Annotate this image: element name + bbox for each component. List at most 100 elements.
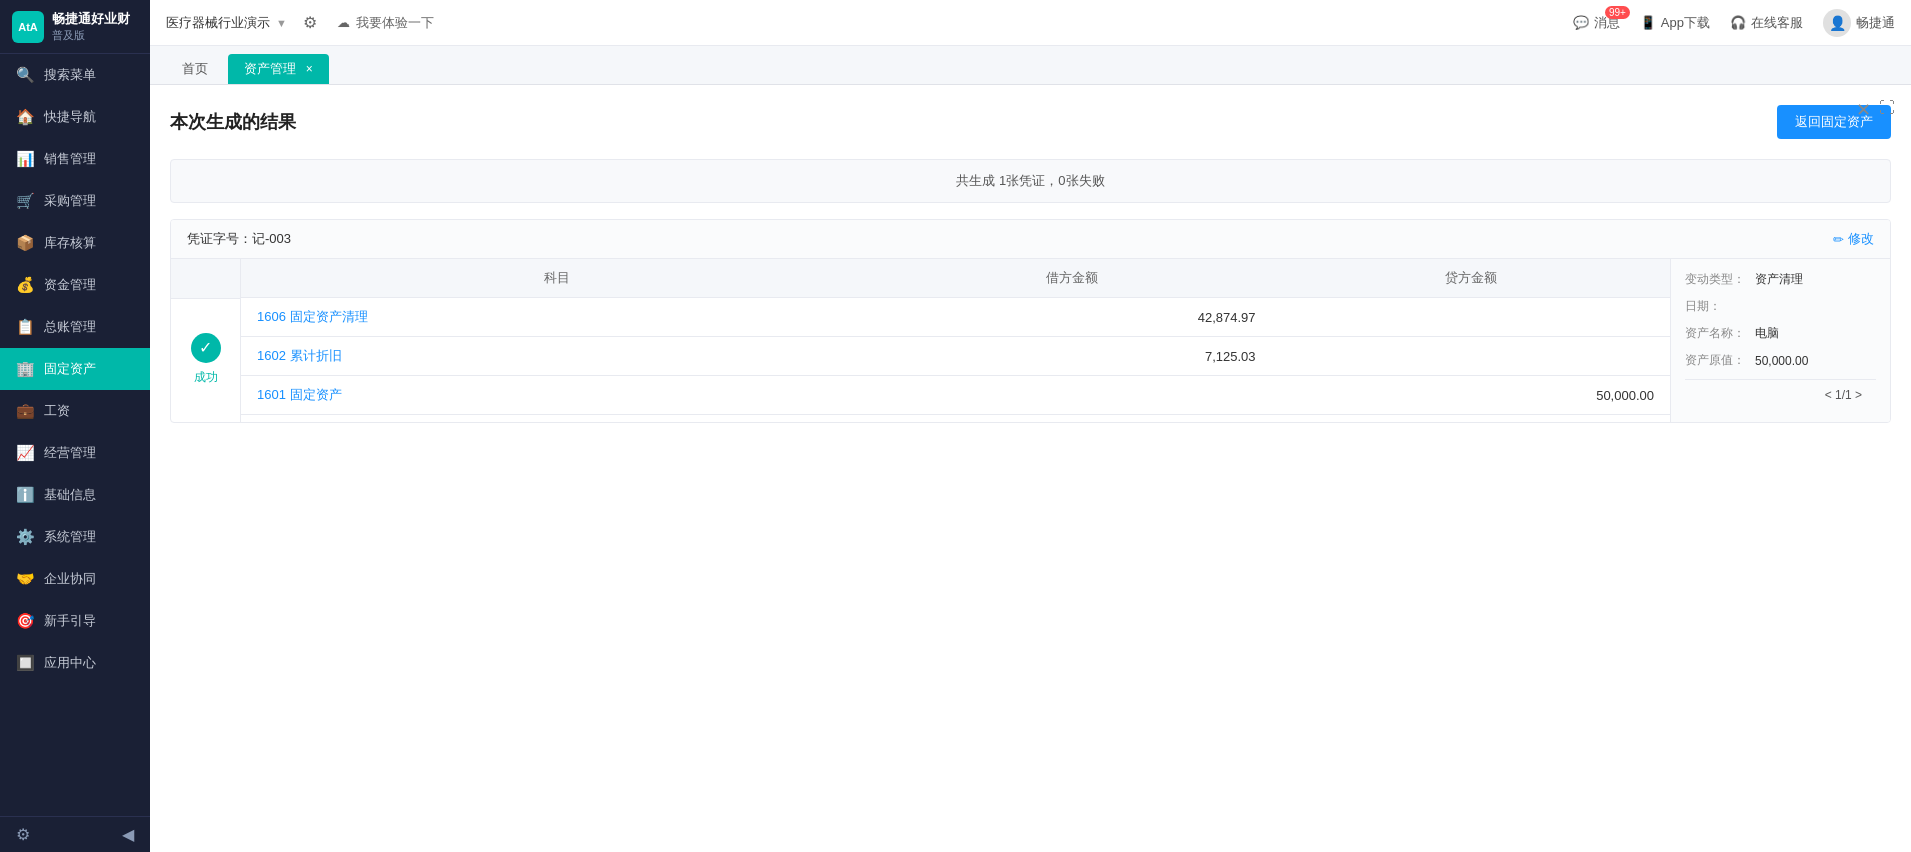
table-row: 1606 固定资产清理 42,874.97: [241, 298, 1670, 337]
asset-name-row: 资产名称： 电脑: [1685, 325, 1876, 342]
headset-icon: 🎧: [1730, 15, 1746, 30]
sidebar-label-8: 工资: [44, 402, 70, 420]
sidebar-item-销售管理[interactable]: 📊 销售管理: [0, 138, 150, 180]
sidebar-icon-10: ℹ️: [16, 486, 34, 504]
sidebar-icon-3: 🛒: [16, 192, 34, 210]
sidebar-icon-12: 🤝: [16, 570, 34, 588]
credit-cell: [1272, 298, 1670, 337]
sidebar-item-采购管理[interactable]: 🛒 采购管理: [0, 180, 150, 222]
edit-button[interactable]: ✏ 修改: [1833, 230, 1874, 248]
cloud-icon: ☁: [337, 15, 350, 30]
sidebar-item-固定资产[interactable]: 🏢 固定资产: [0, 348, 150, 390]
sidebar-item-快捷导航[interactable]: 🏠 快捷导航: [0, 96, 150, 138]
success-icon: ✓: [191, 333, 221, 363]
topbar-right: 💬 消息 99+ 📱 App下载 🎧 在线客服 👤 畅捷通: [1573, 9, 1895, 37]
sidebar-item-新手引导[interactable]: 🎯 新手引导: [0, 600, 150, 642]
sidebar-item-工资[interactable]: 💼 工资: [0, 390, 150, 432]
logo-text: 畅捷通好业财: [52, 10, 130, 28]
asset-name-label: 资产名称：: [1685, 325, 1755, 342]
col-subject: 科目: [241, 259, 873, 298]
sidebar-label-3: 采购管理: [44, 192, 96, 210]
sidebar-label-2: 销售管理: [44, 150, 96, 168]
sidebar-item-应用中心[interactable]: 🔲 应用中心: [0, 642, 150, 684]
user-menu[interactable]: 👤 畅捷通: [1823, 9, 1895, 37]
sidebar-item-系统管理[interactable]: ⚙️ 系统管理: [0, 516, 150, 558]
sidebar-icon-0: 🔍: [16, 66, 34, 84]
col-credit: 贷方金额: [1272, 259, 1670, 298]
close-page-icon[interactable]: ✕: [1856, 99, 1871, 121]
credit-cell: [1272, 337, 1670, 376]
summary-bar: 共生成 1张凭证，0张失败: [170, 159, 1891, 203]
online-service-button[interactable]: 🎧 在线客服: [1730, 14, 1803, 32]
sidebar-label-9: 经营管理: [44, 444, 96, 462]
credit-cell: 50,000.00: [1272, 376, 1670, 415]
collapse-icon[interactable]: ◀: [122, 825, 134, 844]
chevron-down-icon: ▼: [276, 17, 287, 29]
tabbar: 首页 资产管理 ×: [150, 46, 1911, 85]
original-value-value: 50,000.00: [1755, 354, 1808, 368]
sidebar-label-14: 应用中心: [44, 654, 96, 672]
sidebar-label-10: 基础信息: [44, 486, 96, 504]
change-type-row: 变动类型： 资产清理: [1685, 271, 1876, 288]
avatar: 👤: [1823, 9, 1851, 37]
sidebar-label-12: 企业协同: [44, 570, 96, 588]
side-pagination: < 1/1 >: [1685, 379, 1876, 410]
voucher-section: 凭证字号：记-003 ✏ 修改 ✓ 成功: [170, 219, 1891, 423]
message-button[interactable]: 💬 消息 99+: [1573, 14, 1620, 32]
sidebar-item-企业协同[interactable]: 🤝 企业协同: [0, 558, 150, 600]
sidebar-icon-8: 💼: [16, 402, 34, 420]
company-selector[interactable]: 医疗器械行业演示 ▼: [166, 14, 287, 32]
change-type-label: 变动类型：: [1685, 271, 1755, 288]
sidebar-item-资金管理[interactable]: 💰 资金管理: [0, 264, 150, 306]
sidebar-icon-7: 🏢: [16, 360, 34, 378]
sidebar-icon-14: 🔲: [16, 654, 34, 672]
sidebar-label-0: 搜索菜单: [44, 66, 96, 84]
sidebar-icon-9: 📈: [16, 444, 34, 462]
message-badge: 99+: [1605, 6, 1630, 19]
tab-home[interactable]: 首页: [166, 54, 224, 84]
subject-cell: 1602 累计折旧: [241, 337, 873, 376]
sidebar-item-总账管理[interactable]: 📋 总账管理: [0, 306, 150, 348]
sidebar-label-6: 总账管理: [44, 318, 96, 336]
page-title-row: 本次生成的结果 返回固定资产: [170, 105, 1891, 139]
asset-name-value: 电脑: [1755, 325, 1779, 342]
sidebar-item-库存核算[interactable]: 📦 库存核算: [0, 222, 150, 264]
main-content: 医疗器械行业演示 ▼ ⚙ ☁ 我要体验一下 💬 消息 99+ 📱 App下载 🎧…: [150, 0, 1911, 852]
sidebar-item-经营管理[interactable]: 📈 经营管理: [0, 432, 150, 474]
company-name: 医疗器械行业演示: [166, 14, 270, 32]
debit-cell: [873, 376, 1271, 415]
change-type-value: 资产清理: [1755, 271, 1803, 288]
gear-icon[interactable]: ⚙: [303, 13, 317, 32]
sidebar-label-4: 库存核算: [44, 234, 96, 252]
tab-asset-management[interactable]: 资产管理 ×: [228, 54, 329, 84]
sidebar-icon-2: 📊: [16, 150, 34, 168]
sidebar-logo: AtA 畅捷通好业财 普及版: [0, 0, 150, 54]
sidebar-item-基础信息[interactable]: ℹ️ 基础信息: [0, 474, 150, 516]
sidebar-icon-4: 📦: [16, 234, 34, 252]
sidebar-bottom: ⚙ ◀: [0, 816, 150, 852]
tab-close-icon[interactable]: ×: [306, 62, 313, 76]
sidebar-label-7: 固定资产: [44, 360, 96, 378]
original-value-row: 资产原值： 50,000.00: [1685, 352, 1876, 369]
sidebar: AtA 畅捷通好业财 普及版 🔍 搜索菜单 🏠 快捷导航 📊 销售管理 🛒 采购…: [0, 0, 150, 852]
debit-cell: 42,874.97: [873, 298, 1271, 337]
sidebar-item-搜索菜单[interactable]: 🔍 搜索菜单: [0, 54, 150, 96]
subject-cell: 1601 固定资产: [241, 376, 873, 415]
download-icon: 📱: [1640, 15, 1656, 30]
success-status: ✓ 成功: [171, 299, 241, 419]
settings-icon[interactable]: ⚙: [16, 825, 30, 844]
experience-button[interactable]: ☁ 我要体验一下: [337, 14, 434, 32]
expand-icon[interactable]: ⛶: [1879, 99, 1895, 121]
app-download-button[interactable]: 📱 App下载: [1640, 14, 1710, 32]
page-actions: ✕ ⛶: [1856, 99, 1895, 121]
topbar: 医疗器械行业演示 ▼ ⚙ ☁ 我要体验一下 💬 消息 99+ 📱 App下载 🎧…: [150, 0, 1911, 46]
date-label: 日期：: [1685, 298, 1755, 315]
sidebar-icon-6: 📋: [16, 318, 34, 336]
status-column-header: ✓ 成功: [171, 259, 241, 422]
voucher-table: 科目 借方金额 贷方金额 1606 固定资产清理 42,874.97 1602 …: [241, 259, 1670, 415]
sidebar-label-5: 资金管理: [44, 276, 96, 294]
sidebar-label-11: 系统管理: [44, 528, 96, 546]
original-value-label: 资产原值：: [1685, 352, 1755, 369]
page-title: 本次生成的结果: [170, 110, 296, 134]
sidebar-icon-13: 🎯: [16, 612, 34, 630]
